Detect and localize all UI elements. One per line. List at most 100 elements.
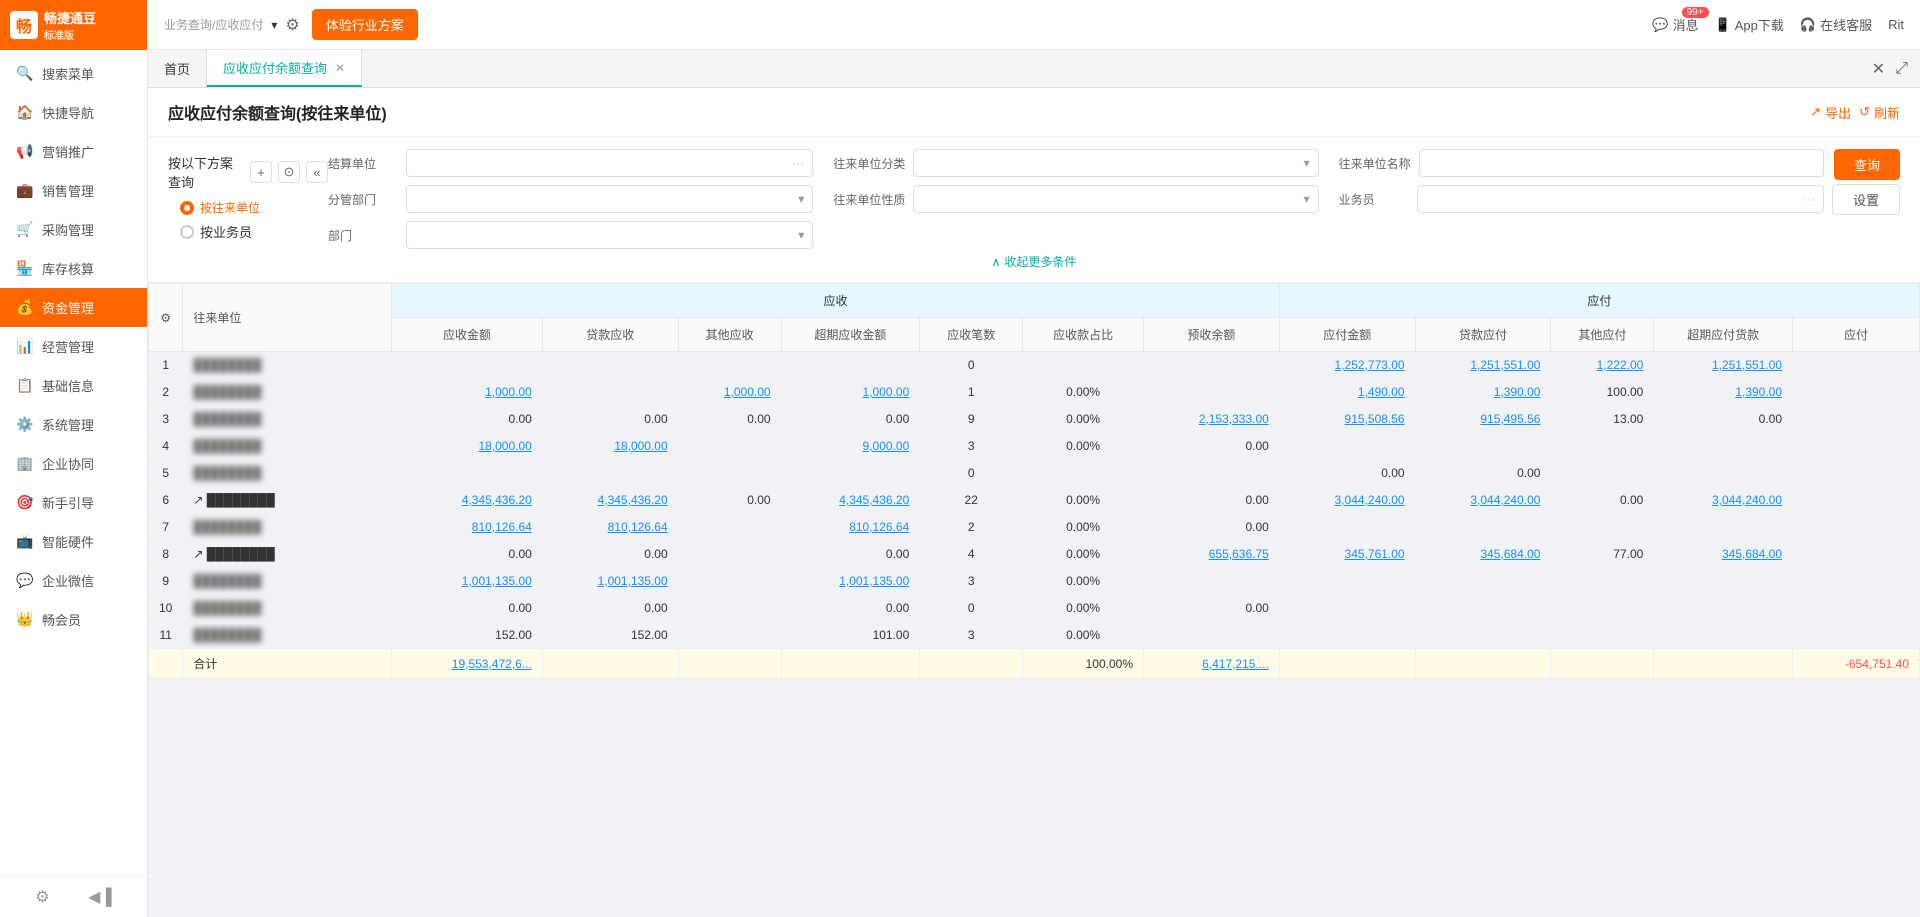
partner-cell: ████████ bbox=[183, 379, 392, 406]
sidebar-item-purchase[interactable]: 🛒 采购管理 bbox=[0, 210, 147, 249]
option-by-staff-label: 按业务员 bbox=[200, 222, 252, 241]
table-cell bbox=[1551, 514, 1654, 541]
summary-payable-extra: -654,751.40 bbox=[1793, 649, 1920, 679]
table-scroll-container[interactable]: ⚙ 往来单位 应收 应付 应收金额 贷款应收 其他应收 超期应收金额 应收笔数 bbox=[148, 283, 1920, 917]
search-menu-icon: 🔍 bbox=[16, 65, 34, 83]
table-cell bbox=[1143, 622, 1279, 649]
sidebar-item-enterprise[interactable]: 🏢 企业协同 bbox=[0, 444, 147, 483]
settings-button[interactable]: 设置 bbox=[1832, 184, 1900, 215]
dropdown-arrow-icon: ▾ bbox=[798, 192, 804, 206]
sidebar-item-label: 快捷导航 bbox=[42, 103, 94, 122]
sidebar-settings-btn[interactable]: ⚙ bbox=[35, 887, 49, 907]
quick-nav-icon: 🏠 bbox=[16, 104, 34, 122]
gear-icon[interactable]: ⚙ bbox=[285, 15, 299, 35]
salesman-input[interactable]: ··· bbox=[1417, 185, 1824, 213]
sidebar-collapse-btn[interactable]: ◀▐ bbox=[88, 887, 112, 907]
refresh-button[interactable]: ↺ 刷新 bbox=[1859, 103, 1900, 122]
dept-manager-input[interactable]: ▾ bbox=[406, 185, 813, 213]
export-button[interactable]: ↗ 导出 bbox=[1810, 103, 1851, 122]
table-cell: 101.00 bbox=[781, 622, 920, 649]
collapse-button[interactable]: ∧ 收起更多条件 bbox=[992, 253, 1077, 270]
table-row: 11████████152.00152.00101.0030.00% bbox=[149, 622, 1920, 649]
search-row-3: 部门 ▾ bbox=[328, 221, 1824, 249]
sidebar-item-marketing[interactable]: 📢 营销推广 bbox=[0, 132, 147, 171]
promo-button[interactable]: 体验行业方案 bbox=[312, 9, 418, 40]
sidebar-item-member[interactable]: 👑 畅会员 bbox=[0, 600, 147, 639]
table-cell: 18,000.00 bbox=[542, 433, 678, 460]
tab-home-label: 首页 bbox=[164, 59, 190, 78]
scheme-option-by-unit[interactable]: 按往来单位 bbox=[180, 199, 328, 216]
table-cell: 10 bbox=[149, 595, 183, 622]
th-overdue-payable: 超期应付货款 bbox=[1654, 318, 1793, 352]
sidebar-item-funds[interactable]: 💰 资金管理 bbox=[0, 288, 147, 327]
app-download-btn[interactable]: 📱 App下载 bbox=[1715, 15, 1784, 34]
field-dept: 部门 ▾ bbox=[328, 221, 813, 249]
sidebar-item-hardware[interactable]: 📺 智能硬件 bbox=[0, 522, 147, 561]
tab-expand-icon[interactable]: ⤢ bbox=[1895, 60, 1908, 78]
purchase-icon: 🛒 bbox=[16, 221, 34, 239]
table-cell: 3 bbox=[149, 406, 183, 433]
sidebar-item-wechat[interactable]: 💬 企业微信 bbox=[0, 561, 147, 600]
th-receivable-amount: 应收金额 bbox=[392, 318, 543, 352]
sidebar-item-basic-info[interactable]: 📋 基础信息 bbox=[0, 366, 147, 405]
online-service-btn[interactable]: 🎧 在线客服 bbox=[1800, 15, 1872, 34]
table-cell: 810,126.64 bbox=[392, 514, 543, 541]
summary-receivable-amount: 19,553,472,6... bbox=[392, 649, 543, 679]
sidebar-item-inventory[interactable]: 🏪 库存核算 bbox=[0, 249, 147, 288]
table-cell bbox=[1793, 460, 1920, 487]
th-settings[interactable]: ⚙ bbox=[149, 284, 183, 352]
table-cell: 0.00 bbox=[781, 406, 920, 433]
scheme-collapse-btn[interactable]: « bbox=[306, 161, 328, 183]
sidebar-item-system[interactable]: ⚙️ 系统管理 bbox=[0, 405, 147, 444]
table-cell: 345,761.00 bbox=[1279, 541, 1415, 568]
sidebar-item-guide[interactable]: 🎯 新手引导 bbox=[0, 483, 147, 522]
partner-cell: ████████ bbox=[183, 514, 392, 541]
field-salesman: 业务员 ··· bbox=[1339, 185, 1824, 213]
unit-nature-input[interactable]: ▾ bbox=[913, 185, 1318, 213]
table-cell: 0.00% bbox=[1023, 541, 1144, 568]
tab-bar-actions: ✕ ⤢ bbox=[1860, 50, 1920, 87]
tab-close-icon[interactable]: ✕ bbox=[335, 61, 345, 75]
sidebar-item-operations[interactable]: 📊 经营管理 bbox=[0, 327, 147, 366]
table-cell: 0.00 bbox=[1551, 487, 1654, 514]
table-row: 2████████1,000.001,000.001,000.0010.00%1… bbox=[149, 379, 1920, 406]
sidebar-item-label: 营销推广 bbox=[42, 142, 94, 161]
table-cell: 77.00 bbox=[1551, 541, 1654, 568]
table-cell bbox=[1793, 514, 1920, 541]
user-avatar[interactable]: Rit bbox=[1888, 17, 1904, 32]
scheme-edit-btn[interactable]: ⊙ bbox=[278, 161, 300, 183]
table-cell: 0.00 bbox=[1143, 595, 1279, 622]
table-cell: 1,000.00 bbox=[678, 379, 781, 406]
top-bar-dropdown[interactable]: ▾ bbox=[271, 18, 277, 32]
table-cell: 0.00 bbox=[781, 541, 920, 568]
table-cell bbox=[1415, 622, 1551, 649]
wechat-icon: 💬 bbox=[16, 572, 34, 590]
settlement-unit-input[interactable]: ··· bbox=[406, 149, 813, 177]
messages-btn[interactable]: 💬 消息 99+ bbox=[1652, 15, 1698, 34]
scheme-option-by-staff[interactable]: 按业务员 bbox=[180, 222, 328, 241]
data-table: ⚙ 往来单位 应收 应付 应收金额 贷款应收 其他应收 超期应收金额 应收笔数 bbox=[148, 283, 1920, 679]
th-group-receivable: 应收 bbox=[392, 284, 1280, 318]
query-button[interactable]: 查询 bbox=[1834, 149, 1900, 180]
tab-close-all-icon[interactable]: ✕ bbox=[1872, 59, 1885, 79]
sidebar-item-quick-nav[interactable]: 🏠 快捷导航 bbox=[0, 93, 147, 132]
table-cell bbox=[1551, 460, 1654, 487]
hardware-icon: 📺 bbox=[16, 533, 34, 551]
table-cell: 3,044,240.00 bbox=[1654, 487, 1793, 514]
scheme-add-btn[interactable]: + bbox=[250, 161, 272, 183]
enterprise-icon: 🏢 bbox=[16, 455, 34, 473]
table-cell bbox=[678, 568, 781, 595]
sidebar-item-sales[interactable]: 💼 销售管理 bbox=[0, 171, 147, 210]
table-cell bbox=[1793, 622, 1920, 649]
unit-category-label: 往来单位分类 bbox=[833, 155, 905, 172]
dept-input[interactable]: ▾ bbox=[406, 221, 813, 249]
unit-name-input[interactable] bbox=[1419, 149, 1824, 177]
tab-home[interactable]: 首页 bbox=[148, 50, 207, 87]
search-row-1: 结算单位 ··· 往来单位分类 ▾ bbox=[328, 149, 1824, 177]
salesman-label: 业务员 bbox=[1339, 191, 1409, 208]
table-cell bbox=[1279, 568, 1415, 595]
table-cell bbox=[1654, 433, 1793, 460]
unit-category-input[interactable]: ▾ bbox=[913, 149, 1318, 177]
sidebar-item-search-menu[interactable]: 🔍 搜索菜单 bbox=[0, 54, 147, 93]
tab-query[interactable]: 应收应付余额查询 ✕ bbox=[207, 50, 362, 87]
